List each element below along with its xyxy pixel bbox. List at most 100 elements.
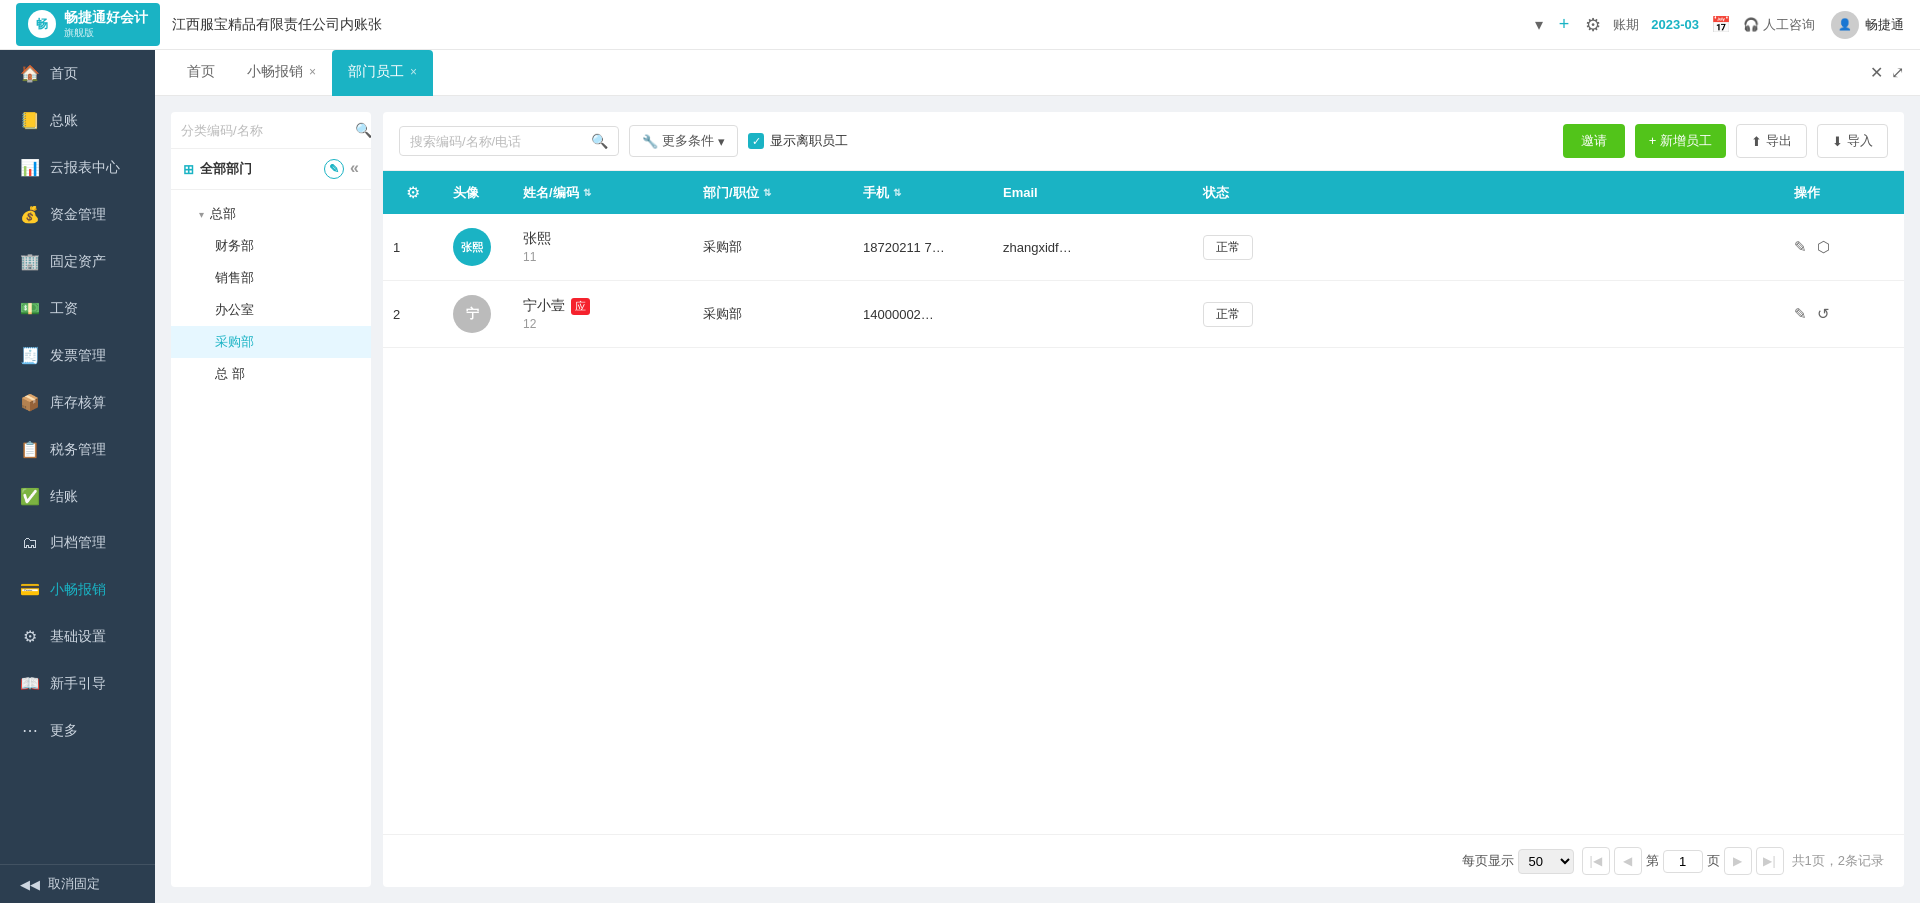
company-dropdown-arrow[interactable]: ▾ [1535, 15, 1543, 34]
settings-icon[interactable]: ⚙ [1585, 14, 1601, 36]
logo-text: 畅捷通好会计 [64, 9, 148, 26]
invite-button[interactable]: 邀请 [1563, 124, 1625, 158]
tab-close-window-button[interactable]: ✕ [1870, 63, 1883, 82]
calendar-icon[interactable]: 📅 [1711, 15, 1731, 34]
dept-collapse-icon[interactable]: « [350, 159, 359, 179]
col-name: 姓名/编码 ⇅ [513, 171, 693, 214]
user-area[interactable]: 👤 畅捷通 [1831, 11, 1904, 39]
sidebar-item-guide[interactable]: 📖 新手引导 [0, 660, 155, 707]
tabs-bar: 首页 小畅报销 × 部门员工 × ✕ ⤢ [155, 50, 1920, 96]
restore-button[interactable]: ↺ [1817, 305, 1830, 323]
dept-search-icon[interactable]: 🔍 [355, 122, 371, 138]
tab-expense-report[interactable]: 小畅报销 × [231, 50, 332, 96]
tab-dept-close[interactable]: × [410, 65, 417, 79]
sidebar-item-expense[interactable]: 💳 小畅报销 [0, 566, 155, 613]
filter-button[interactable]: 🔧 更多条件 ▾ [629, 125, 738, 157]
emp-search-input[interactable] [410, 134, 585, 149]
table-row: 1 张熙 张熙 11 采购部 18720211 7… zhangxidf [383, 214, 1904, 281]
sidebar-item-invoice[interactable]: 🧾 发票管理 [0, 332, 155, 379]
employee-code: 12 [523, 317, 590, 331]
phone-sort-icon[interactable]: ⇅ [893, 187, 901, 198]
cell-dept: 采购部 [693, 281, 853, 347]
sidebar-item-fixed-assets[interactable]: 🏢 固定资产 [0, 238, 155, 285]
fixed-assets-icon: 🏢 [20, 252, 40, 271]
page-size-dropdown[interactable]: 50 100 200 [1518, 849, 1574, 874]
logo-sub: 旗舰版 [64, 26, 148, 40]
status-badge: 正常 [1203, 302, 1253, 327]
sidebar-item-finance[interactable]: 💰 资金管理 [0, 191, 155, 238]
sidebar-label-more: 更多 [50, 722, 78, 740]
tab-dept-label: 部门员工 [348, 63, 404, 81]
tab-expand-button[interactable]: ⤢ [1891, 63, 1904, 82]
name-sort-icon[interactable]: ⇅ [583, 187, 591, 198]
dept-search-input[interactable] [181, 123, 349, 138]
prev-page-button[interactable]: ◀ [1614, 847, 1642, 875]
sidebar-label-closing: 结账 [50, 488, 78, 506]
edit-button[interactable]: ✎ [1794, 238, 1807, 256]
edit-button[interactable]: ✎ [1794, 305, 1807, 323]
pagination: 每页显示 50 100 200 |◀ ◀ 第 页 ▶ [383, 834, 1904, 887]
export-button[interactable]: ⬆ 导出 [1736, 124, 1807, 158]
tab-dept-employee[interactable]: 部门员工 × [332, 50, 433, 96]
dept-node-purchase[interactable]: 采购部 [171, 326, 371, 358]
company-name: 江西服宝精品有限责任公司内账张 [172, 16, 1523, 34]
table-settings-button[interactable]: ⚙ [406, 183, 420, 202]
more-icon: ⋯ [20, 721, 40, 740]
tab-expense-label: 小畅报销 [247, 63, 303, 81]
import-icon: ⬇ [1832, 134, 1843, 149]
dept-tree: ▾ 总部 财务部 销售部 办公室 采购部 [171, 190, 371, 887]
avatar: 张熙 [453, 228, 491, 266]
col-phone: 手机 ⇅ [853, 171, 993, 214]
col-dept: 部门/职位 ⇅ [693, 171, 853, 214]
filter-down-icon: ▾ [718, 134, 725, 149]
tax-icon: 📋 [20, 440, 40, 459]
sidebar-item-tax[interactable]: 📋 税务管理 [0, 426, 155, 473]
sidebar-item-salary[interactable]: 💵 工资 [0, 285, 155, 332]
dept-edit-icon[interactable]: ✎ [324, 159, 344, 179]
dept-sort-icon[interactable]: ⇅ [763, 187, 771, 198]
sidebar-label-tax: 税务管理 [50, 441, 106, 459]
table-settings-cell: ⚙ [383, 171, 443, 214]
add-button[interactable]: + [1555, 14, 1574, 35]
show-resigned-checkbox[interactable]: ✓ 显示离职员工 [748, 132, 848, 150]
add-employee-button[interactable]: + 新增员工 [1635, 124, 1726, 158]
emp-search-icon[interactable]: 🔍 [591, 133, 608, 149]
next-page-button[interactable]: ▶ [1724, 847, 1752, 875]
import-button[interactable]: ⬇ 导入 [1817, 124, 1888, 158]
invoice-icon: 🧾 [20, 346, 40, 365]
first-page-button[interactable]: |◀ [1582, 847, 1610, 875]
tab-home[interactable]: 首页 [171, 50, 231, 96]
sidebar-item-reports[interactable]: 📊 云报表中心 [0, 144, 155, 191]
tab-expense-close[interactable]: × [309, 65, 316, 79]
dept-node-office[interactable]: 办公室 [171, 294, 371, 326]
page-size-label: 每页显示 [1462, 852, 1514, 870]
dept-node-general2[interactable]: 总 部 [171, 358, 371, 390]
col-action: 操作 [1784, 171, 1904, 214]
import-label: 导入 [1847, 132, 1873, 150]
sidebar-item-archive[interactable]: 🗂 归档管理 [0, 520, 155, 566]
archive-icon: 🗂 [20, 534, 40, 552]
page-input[interactable] [1663, 850, 1703, 873]
sidebar-label-archive: 归档管理 [50, 534, 106, 552]
sidebar-item-inventory[interactable]: 📦 库存核算 [0, 379, 155, 426]
sidebar-label-reports: 云报表中心 [50, 159, 120, 177]
last-page-button[interactable]: ▶| [1756, 847, 1784, 875]
sidebar-label-fixed-assets: 固定资产 [50, 253, 106, 271]
cell-actions: ✎ ↺ [1784, 281, 1904, 347]
dept-node-finance[interactable]: 财务部 [171, 230, 371, 262]
page-size-select: 每页显示 50 100 200 [1462, 849, 1574, 874]
service-button[interactable]: 🎧 人工咨询 [1743, 16, 1815, 34]
dept-node-sales[interactable]: 销售部 [171, 262, 371, 294]
sidebar-item-ledger[interactable]: 📒 总账 [0, 97, 155, 144]
sidebar-item-home[interactable]: 🏠 首页 [0, 50, 155, 97]
logout-button[interactable]: ⬡ [1817, 238, 1830, 256]
emp-table: ⚙ 头像 姓名/编码 ⇅ 部门/职位 ⇅ 手机 ⇅ [383, 171, 1904, 834]
sidebar-item-closing[interactable]: ✅ 结账 [0, 473, 155, 520]
sidebar-label-invoice: 发票管理 [50, 347, 106, 365]
sidebar-item-settings[interactable]: ⚙ 基础设置 [0, 613, 155, 660]
expense-icon: 💳 [20, 580, 40, 599]
dept-node-general[interactable]: ▾ 总部 [171, 198, 371, 230]
sidebar-item-more[interactable]: ⋯ 更多 [0, 707, 155, 754]
cancel-fix-button[interactable]: ◀◀ 取消固定 [0, 864, 155, 903]
dept-expand-icon: ▾ [199, 209, 204, 220]
